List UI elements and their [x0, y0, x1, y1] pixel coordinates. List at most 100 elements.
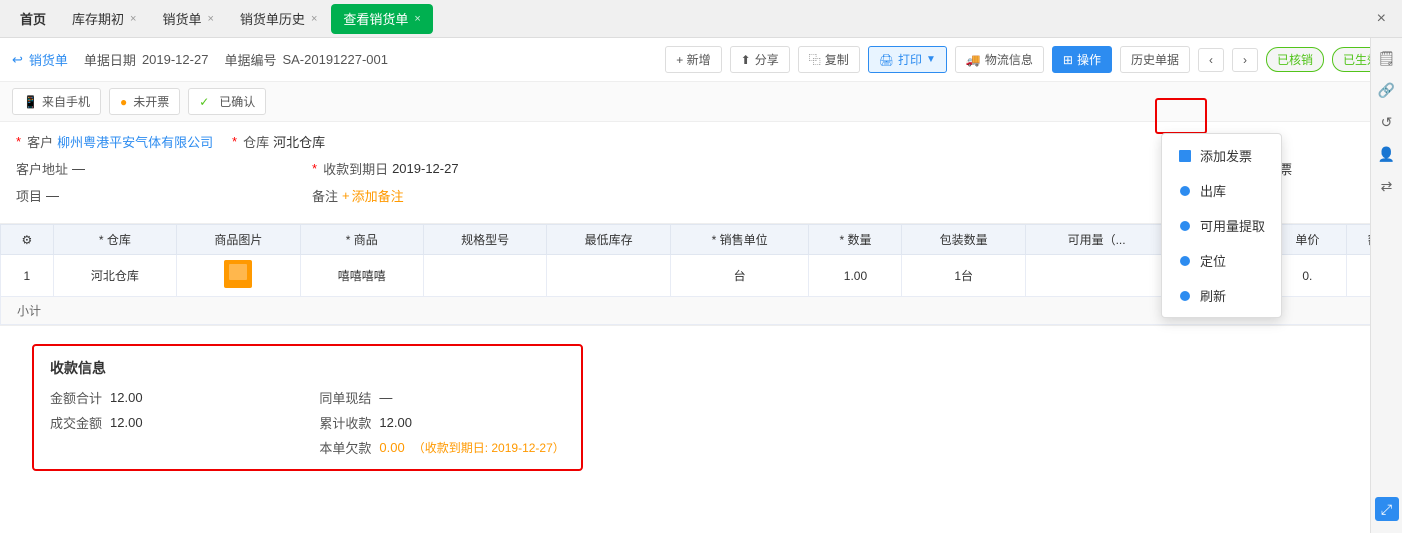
- add-note-label: 添加备注: [352, 186, 404, 205]
- row-product-img: [177, 255, 300, 297]
- share-button[interactable]: ⬆ 分享: [730, 46, 790, 73]
- panel-swap-icon[interactable]: ⇄: [1375, 174, 1399, 198]
- refresh-item[interactable]: 刷新: [1162, 278, 1281, 313]
- row-model: [423, 255, 546, 297]
- payment-grid: 金额合计 12.00 同单现结 — 成交金额 12.00 累计收款 12.00: [50, 388, 565, 457]
- panel-link-icon[interactable]: 🔗: [1375, 78, 1399, 102]
- tab-label: 销货单历史: [240, 9, 305, 28]
- not-opened-label: 未开票: [133, 93, 169, 110]
- add-note-button[interactable]: + 添加备注: [342, 186, 404, 205]
- refresh-icon: [1178, 289, 1192, 303]
- tab-view-sales[interactable]: 查看销货单 ×: [331, 4, 432, 34]
- panel-doc-icon[interactable]: 🗒: [1375, 46, 1399, 70]
- warehouse-out-label: 出库: [1200, 181, 1226, 200]
- row-available: [1025, 255, 1167, 297]
- add-invoice-item[interactable]: 添加发票: [1162, 138, 1281, 173]
- close-icon[interactable]: ×: [207, 13, 213, 25]
- new-button[interactable]: + 新增: [665, 46, 721, 73]
- due-date-field: * 收款到期日 2019-12-27: [312, 159, 512, 178]
- deal-amount-label: 成交金额: [50, 413, 102, 432]
- close-icon[interactable]: ×: [311, 13, 317, 25]
- doc-type-label: 销货单: [29, 50, 68, 69]
- project-value: —: [46, 188, 59, 203]
- number-value: SA-20191227-001: [282, 52, 388, 67]
- panel-user-icon[interactable]: 👤: [1375, 142, 1399, 166]
- tab-sales-order[interactable]: 销货单 ×: [150, 4, 225, 34]
- close-icon[interactable]: ×: [130, 13, 136, 25]
- payment-cumulative-row: 累计收款 12.00: [319, 413, 564, 432]
- history-button[interactable]: 历史单据: [1120, 46, 1190, 73]
- toolbar-row: 📱 来自手机 未开票 已确认: [0, 82, 1402, 122]
- window-close-button[interactable]: ×: [1377, 10, 1386, 28]
- customer-value[interactable]: 柳州粤港平安气体有限公司: [57, 132, 213, 151]
- locate-item[interactable]: 定位: [1162, 243, 1281, 278]
- tab-label: 销货单: [162, 9, 201, 28]
- customer-field: * 客户 柳州粤港平安气体有限公司: [16, 132, 216, 151]
- next-button[interactable]: ›: [1232, 48, 1258, 72]
- payment-total-row: 金额合计 12.00: [50, 388, 295, 407]
- due-date-value: 2019-12-27: [392, 161, 459, 176]
- tab-home[interactable]: 首页: [8, 4, 58, 34]
- refresh-label: 刷新: [1200, 286, 1226, 305]
- share-label: 分享: [755, 51, 779, 68]
- qty-icon: [1178, 219, 1192, 233]
- row-num: 1: [1, 255, 54, 297]
- note-field: 备注 + 添加备注: [312, 186, 512, 205]
- locate-icon: [1178, 254, 1192, 268]
- cumulative-label: 累计收款: [319, 413, 371, 432]
- doc-type-icon: ↩: [12, 52, 23, 68]
- operations-button[interactable]: ⊞ 操作: [1052, 46, 1112, 73]
- tab-label: 查看销货单: [343, 9, 408, 28]
- deal-amount-value: 12.00: [110, 415, 143, 430]
- logistics-label: 物流信息: [985, 51, 1033, 68]
- from-phone-button[interactable]: 📱 来自手机: [12, 88, 101, 115]
- prev-button[interactable]: ‹: [1198, 48, 1224, 72]
- row-quantity: 1.00: [809, 255, 902, 297]
- doc-number-meta: 单据编号 SA-20191227-001: [224, 50, 388, 69]
- project-field: 项目 —: [16, 186, 216, 205]
- due-date-note: （收款到期日: 2019-12-27）: [413, 439, 565, 456]
- address-field: 客户地址 —: [16, 159, 216, 178]
- total-label: 金额合计: [50, 388, 102, 407]
- copy-button[interactable]: ⿻ 复制: [798, 46, 860, 73]
- tab-label: 首页: [20, 9, 46, 28]
- date-label: 单据日期: [84, 50, 136, 69]
- payment-wrap: 收款信息 金额合计 12.00 同单现结 — 成交金额 12.00 累计收款 1…: [0, 326, 1402, 489]
- row-pack-qty: 1台: [902, 255, 1025, 297]
- payment-debt-row: 本单欠款 0.00 （收款到期日: 2019-12-27）: [319, 438, 564, 457]
- tab-inventory-start[interactable]: 库存期初 ×: [60, 4, 148, 34]
- confirmed-button[interactable]: 已确认: [188, 88, 266, 115]
- col-min-stock: 最低库存: [547, 225, 670, 255]
- phone-icon: 📱: [23, 95, 38, 109]
- tab-sales-history[interactable]: 销货单历史 ×: [228, 4, 329, 34]
- payment-deal-row: 成交金额 12.00: [50, 413, 295, 432]
- col-available: 可用量（...: [1025, 225, 1167, 255]
- already-cancel-button[interactable]: 已核销: [1266, 47, 1324, 72]
- col-settings[interactable]: ⚙: [1, 225, 54, 255]
- tab-bar: 首页 库存期初 × 销货单 × 销货单历史 × 查看销货单 × ×: [0, 0, 1402, 38]
- logistics-button[interactable]: 🚚 物流信息: [955, 46, 1044, 73]
- warehouse-out-item[interactable]: 出库: [1162, 173, 1281, 208]
- invoice-icon: [1178, 149, 1192, 163]
- share-icon: ⬆: [741, 53, 751, 67]
- print-button[interactable]: 🖨 打印 ▼: [868, 46, 947, 73]
- row-min-stock: [547, 255, 670, 297]
- warehouse-field: * 仓库 河北仓库: [232, 132, 432, 151]
- due-date-label: 收款到期日: [323, 159, 388, 178]
- doc-actions: + 新增 ⬆ 分享 ⿻ 复制 🖨 打印 ▼ 🚚 物流信息 ⊞ 操作: [665, 46, 1390, 73]
- from-phone-label: 来自手机: [42, 93, 90, 110]
- close-icon[interactable]: ×: [414, 13, 420, 25]
- row-warehouse: 河北仓库: [53, 255, 176, 297]
- tab-label: 库存期初: [72, 9, 124, 28]
- row-sales-unit: 台: [670, 255, 809, 297]
- doc-title: ↩ 销货单: [12, 50, 68, 69]
- not-opened-button[interactable]: 未开票: [109, 88, 180, 115]
- panel-expand-icon[interactable]: ⤢: [1375, 497, 1399, 521]
- required-indicator: *: [232, 134, 237, 149]
- locate-label: 定位: [1200, 251, 1226, 270]
- total-value: 12.00: [110, 390, 143, 405]
- print-label: 打印: [898, 51, 922, 68]
- main-content: ↩ 销货单 单据日期 2019-12-27 单据编号 SA-20191227-0…: [0, 38, 1402, 533]
- available-qty-item[interactable]: 可用量提取: [1162, 208, 1281, 243]
- panel-refresh-icon[interactable]: ↺: [1375, 110, 1399, 134]
